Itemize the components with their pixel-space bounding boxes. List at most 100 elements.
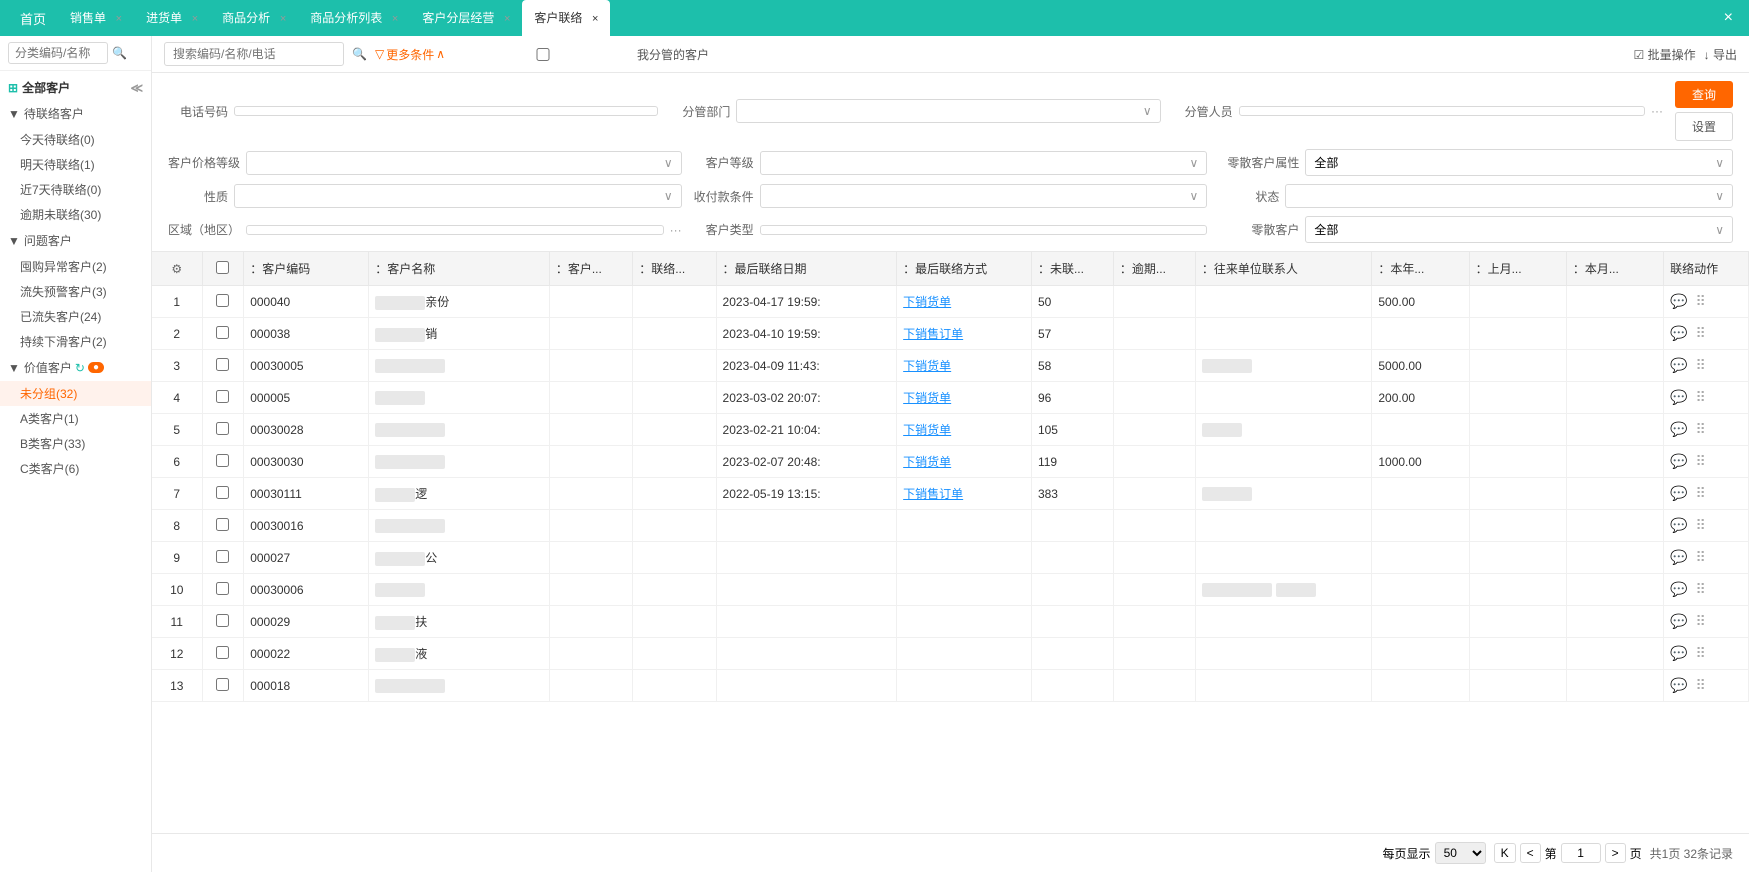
- more-conditions-btn[interactable]: ▽ 更多条件 ∧: [375, 46, 445, 63]
- row-method[interactable]: 下销售订单: [897, 478, 1032, 510]
- chat-icon[interactable]: 💬: [1670, 645, 1687, 662]
- menu-icon[interactable]: ⠿: [1696, 389, 1706, 406]
- row-method[interactable]: 下销货单: [897, 286, 1032, 318]
- collapse-icon[interactable]: ≪: [130, 81, 143, 95]
- my-customers-check[interactable]: [453, 48, 633, 61]
- row-action[interactable]: 💬⠿: [1664, 382, 1749, 414]
- th-check[interactable]: [202, 252, 244, 286]
- my-customers-checkbox[interactable]: 我分管的客户: [453, 46, 709, 63]
- export-btn[interactable]: ↓ 导出: [1704, 46, 1737, 63]
- row-check[interactable]: [202, 638, 244, 670]
- row-action[interactable]: 💬⠿: [1664, 318, 1749, 350]
- sidebar-item-c[interactable]: C类客户(6): [0, 456, 151, 481]
- problem-customers-header[interactable]: ▼ 问题客户: [0, 227, 151, 254]
- tab-customer-tier[interactable]: 客户分层经营 ×: [410, 0, 522, 36]
- row-check[interactable]: [202, 574, 244, 606]
- reset-button[interactable]: 设置: [1675, 112, 1733, 141]
- close-tab-sales[interactable]: ×: [116, 13, 122, 25]
- menu-icon[interactable]: ⠿: [1696, 421, 1706, 438]
- value-customers-header[interactable]: ▼ 价值客户 ↻ ●: [0, 354, 151, 381]
- menu-icon[interactable]: ⠿: [1696, 645, 1706, 662]
- chat-icon[interactable]: 💬: [1670, 421, 1687, 438]
- sidebar-item-overdue[interactable]: 逾期未联络(30): [0, 202, 151, 227]
- sidebar-item-churn-warning[interactable]: 流失预警客户(3): [0, 279, 151, 304]
- sidebar-item-today[interactable]: 今天待联络(0): [0, 127, 151, 152]
- close-tab-customer-contact[interactable]: ×: [592, 13, 598, 25]
- row-action[interactable]: 💬⠿: [1664, 478, 1749, 510]
- row-check[interactable]: [202, 286, 244, 318]
- gear-icon[interactable]: ⚙: [171, 262, 182, 276]
- row-check[interactable]: [202, 510, 244, 542]
- row-check[interactable]: [202, 606, 244, 638]
- row-method[interactable]: 下销货单: [897, 414, 1032, 446]
- type-input[interactable]: [760, 225, 1208, 235]
- chat-icon[interactable]: 💬: [1670, 293, 1687, 310]
- home-tab[interactable]: 首页: [8, 9, 58, 28]
- sidebar-search-input[interactable]: [8, 42, 108, 64]
- tab-analysis[interactable]: 商品分析 ×: [210, 0, 298, 36]
- menu-icon[interactable]: ⠿: [1696, 613, 1706, 630]
- search-icon[interactable]: 🔍: [352, 47, 367, 61]
- prev-page-btn[interactable]: <: [1520, 843, 1541, 863]
- row-action[interactable]: 💬⠿: [1664, 286, 1749, 318]
- row-action[interactable]: 💬⠿: [1664, 350, 1749, 382]
- sidebar-item-lost[interactable]: 已流失客户(24): [0, 304, 151, 329]
- chat-icon[interactable]: 💬: [1670, 613, 1687, 630]
- chat-icon[interactable]: 💬: [1670, 549, 1687, 566]
- row-check[interactable]: [202, 414, 244, 446]
- chat-icon[interactable]: 💬: [1670, 581, 1687, 598]
- person-more-icon[interactable]: ···: [1651, 104, 1663, 118]
- query-button[interactable]: 查询: [1675, 81, 1733, 108]
- region-input[interactable]: [246, 225, 664, 235]
- retail-select[interactable]: 全部 ∨: [1305, 149, 1733, 176]
- person-input[interactable]: [1239, 106, 1645, 116]
- row-method[interactable]: 下销售订单: [897, 318, 1032, 350]
- sidebar-item-ungroup[interactable]: 未分组(32): [0, 381, 151, 406]
- tab-customer-contact[interactable]: 客户联络 ×: [522, 0, 610, 36]
- refresh-icon[interactable]: ↻: [75, 361, 85, 375]
- menu-icon[interactable]: ⠿: [1696, 581, 1706, 598]
- batch-op-btn[interactable]: ☑ 批量操作: [1634, 46, 1696, 63]
- chat-icon[interactable]: 💬: [1670, 389, 1687, 406]
- region-more-icon[interactable]: ···: [670, 223, 682, 237]
- sidebar-item-7days[interactable]: 近7天待联络(0): [0, 177, 151, 202]
- window-close-icon[interactable]: ×: [1716, 9, 1741, 27]
- menu-icon[interactable]: ⠿: [1696, 453, 1706, 470]
- sidebar-item-tomorrow[interactable]: 明天待联络(1): [0, 152, 151, 177]
- close-tab-analysis[interactable]: ×: [280, 13, 286, 25]
- chat-icon[interactable]: 💬: [1670, 485, 1687, 502]
- row-check[interactable]: [202, 382, 244, 414]
- chat-icon[interactable]: 💬: [1670, 677, 1687, 694]
- close-tab-purchase[interactable]: ×: [192, 13, 198, 25]
- all-customers-header[interactable]: ⊞ 全部客户 ≪: [0, 71, 151, 100]
- row-check[interactable]: [202, 478, 244, 510]
- sidebar-search-icon[interactable]: 🔍: [112, 46, 127, 60]
- menu-icon[interactable]: ⠿: [1696, 677, 1706, 694]
- chat-icon[interactable]: 💬: [1670, 357, 1687, 374]
- price-select[interactable]: ∨: [246, 151, 682, 175]
- close-tab-customer-tier[interactable]: ×: [504, 13, 510, 25]
- th-settings[interactable]: ⚙: [152, 252, 202, 286]
- row-check[interactable]: [202, 318, 244, 350]
- tab-sales[interactable]: 销售单 ×: [58, 0, 134, 36]
- tab-analysis-list[interactable]: 商品分析列表 ×: [298, 0, 410, 36]
- row-check[interactable]: [202, 542, 244, 574]
- chat-icon[interactable]: 💬: [1670, 453, 1687, 470]
- row-action[interactable]: 💬⠿: [1664, 446, 1749, 478]
- pending-contact-header[interactable]: ▼ 待联络客户: [0, 100, 151, 127]
- menu-icon[interactable]: ⠿: [1696, 517, 1706, 534]
- row-action[interactable]: 💬⠿: [1664, 638, 1749, 670]
- retail2-select[interactable]: 全部 ∨: [1305, 216, 1733, 243]
- menu-icon[interactable]: ⠿: [1696, 549, 1706, 566]
- menu-icon[interactable]: ⠿: [1696, 485, 1706, 502]
- level-select[interactable]: ∨: [760, 151, 1208, 175]
- row-action[interactable]: 💬⠿: [1664, 670, 1749, 702]
- close-tab-analysis-list[interactable]: ×: [392, 13, 398, 25]
- page-size-select[interactable]: 50 100: [1435, 842, 1486, 864]
- search-input[interactable]: [164, 42, 344, 66]
- pay-select[interactable]: ∨: [760, 184, 1208, 208]
- row-check[interactable]: [202, 670, 244, 702]
- menu-icon[interactable]: ⠿: [1696, 325, 1706, 342]
- menu-icon[interactable]: ⠿: [1696, 293, 1706, 310]
- menu-icon[interactable]: ⠿: [1696, 357, 1706, 374]
